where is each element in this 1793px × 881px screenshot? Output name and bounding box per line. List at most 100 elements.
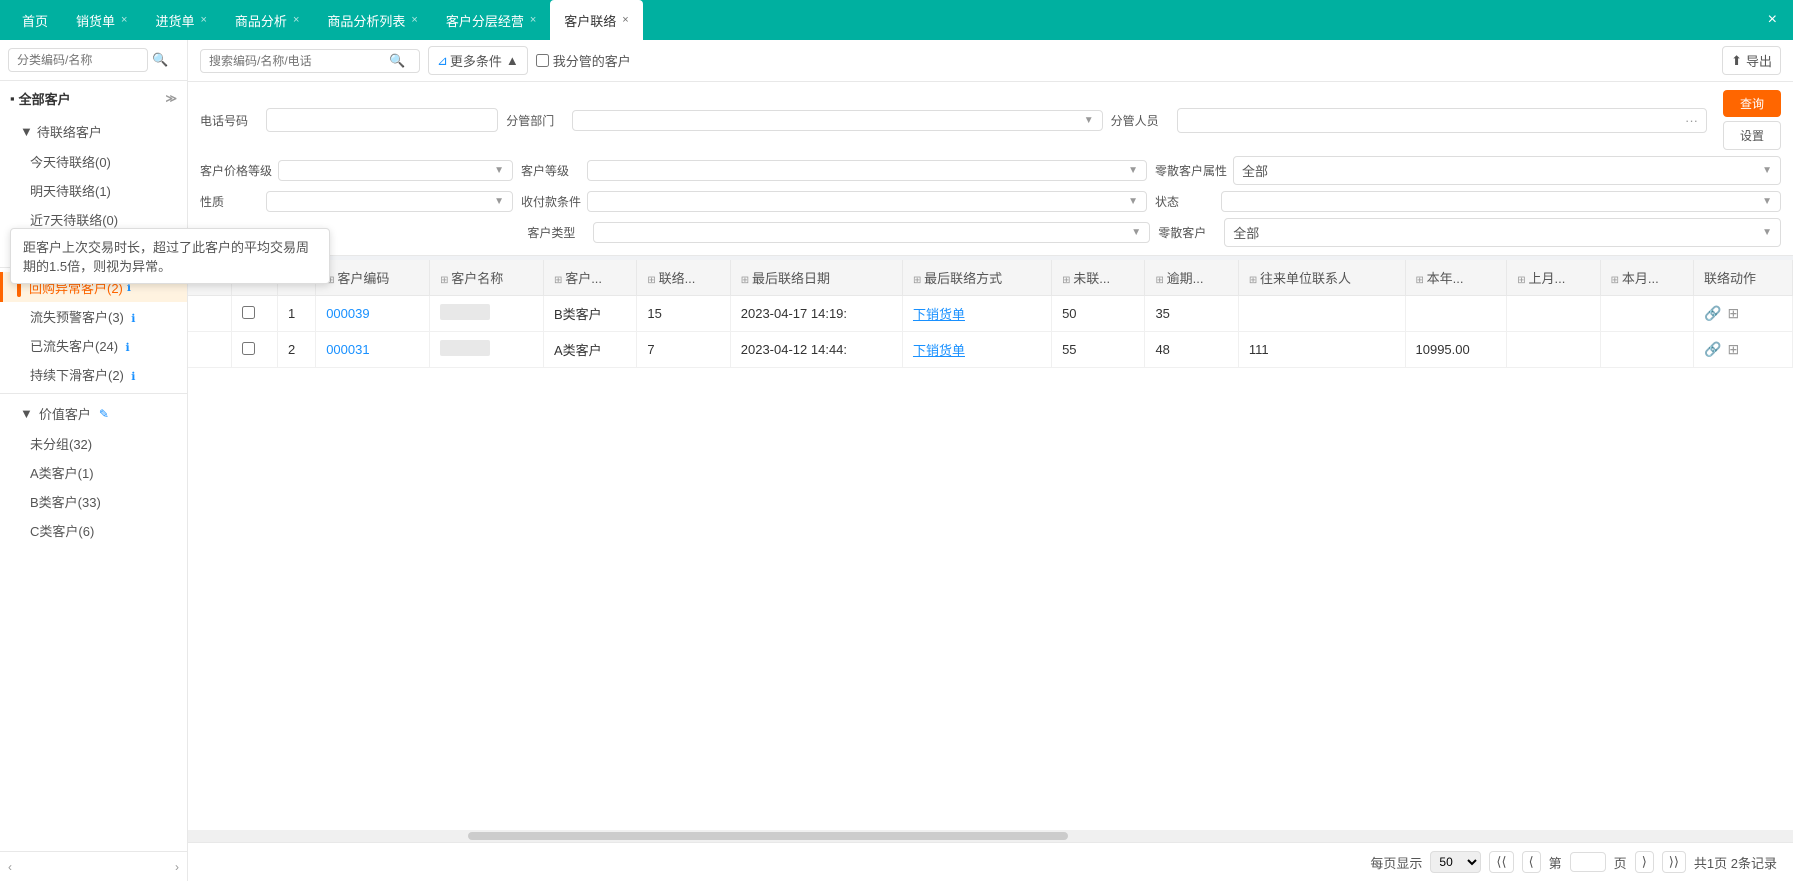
col-last-contact-method[interactable]: 最后联络方式	[902, 260, 1051, 296]
filter-person-select[interactable]: ···	[1177, 108, 1707, 133]
col-this-year[interactable]: 本年...	[1405, 260, 1507, 296]
page-label: 第	[1549, 853, 1562, 872]
nav-sales-close[interactable]: ×	[121, 14, 127, 26]
col-un-contacted[interactable]: 未联...	[1052, 260, 1145, 296]
sidebar-search-input[interactable]	[8, 48, 148, 72]
nav-customer-contact[interactable]: 客户联络 ×	[550, 0, 642, 40]
col-customer-code[interactable]: 客户编码	[316, 260, 430, 296]
nav-home[interactable]: 首页	[8, 0, 62, 40]
declining-info-icon[interactable]: ℹ	[131, 371, 135, 383]
table-body: 1 000039 B类客户 15 2023-04-17 14:19: 下销货单 …	[188, 296, 1793, 368]
current-page-input[interactable]: 1	[1570, 852, 1606, 872]
sidebar-search-icon[interactable]: 🔍	[152, 52, 168, 68]
col-contact[interactable]: 联络...	[637, 260, 730, 296]
row1-more-icon[interactable]: ⊞	[1727, 305, 1739, 322]
page-next-btn[interactable]: ⟩	[1635, 851, 1654, 873]
col-related-person[interactable]: 往来单位联系人	[1238, 260, 1405, 296]
row2-contact-icon[interactable]: 🔗	[1704, 341, 1721, 358]
sidebar-content: ▪ 全部客户 ≫ ▼ 待联络客户 今天待联络(0) 明天待联络(1) 近7天待联…	[0, 81, 187, 851]
sidebar-item-tomorrow-pending[interactable]: 明天待联络(1)	[0, 176, 187, 205]
filter-dept-select[interactable]: ▼	[572, 110, 1102, 131]
row2-overdue: 48	[1145, 332, 1238, 368]
filter-retail-customer-label: 零散客户	[1158, 224, 1218, 241]
sidebar-all-customers[interactable]: ▪ 全部客户 ≫	[0, 81, 187, 116]
sidebar-bottom-right-arrow[interactable]: ›	[175, 860, 179, 874]
filter-retail-attr-select[interactable]: 全部 ▼	[1233, 156, 1781, 185]
filter-nature-select[interactable]: ▼	[266, 191, 513, 212]
sidebar-group-pending[interactable]: ▼ 待联络客户	[0, 116, 187, 147]
tooltip-text: 距客户上次交易时长，超过了此客户的平均交易周期的1.5倍，则视为异常。	[23, 240, 309, 274]
nav-customer-contact-close[interactable]: ×	[622, 14, 628, 26]
row2-code[interactable]: 000031	[316, 332, 430, 368]
sidebar-item-churned[interactable]: 已流失客户(24) ℹ	[0, 331, 187, 360]
filter-phone-input[interactable]	[266, 108, 498, 132]
sidebar-item-today-pending[interactable]: 今天待联络(0)	[0, 147, 187, 176]
search-icon[interactable]: 🔍	[389, 53, 405, 69]
sidebar: 🔍 ▪ 全部客户 ≫ ▼ 待联络客户 今天待联络(0) 明天待联络(1) 近7天…	[0, 40, 188, 881]
churn-warning-info-icon[interactable]: ℹ	[131, 313, 135, 325]
query-button[interactable]: 查询	[1723, 90, 1781, 117]
nav-product-analysis-close[interactable]: ×	[293, 14, 299, 26]
row1-last-method[interactable]: 下销货单	[902, 296, 1051, 332]
col-last-contact-date[interactable]: 最后联络日期	[730, 260, 902, 296]
row1-contact-icon[interactable]: 🔗	[1704, 305, 1721, 322]
filter-customer-grade-select[interactable]: ▼	[587, 160, 1147, 181]
nav-purchase-order[interactable]: 进货单 ×	[141, 0, 220, 40]
main-layout: 🔍 ▪ 全部客户 ≫ ▼ 待联络客户 今天待联络(0) 明天待联络(1) 近7天…	[0, 40, 1793, 881]
page-unit: 页	[1614, 853, 1627, 872]
col-overdue[interactable]: 逾期...	[1145, 260, 1238, 296]
row2-actions: 🔗 ⊞	[1694, 332, 1793, 368]
col-customer-type[interactable]: 客户...	[544, 260, 637, 296]
filter-price-grade-select[interactable]: ▼	[278, 160, 513, 181]
setting-button[interactable]: 设置	[1723, 121, 1781, 150]
col-this-month[interactable]: 本月...	[1600, 260, 1693, 296]
col-customer-name[interactable]: 客户名称	[430, 260, 544, 296]
nav-product-analysis[interactable]: 商品分析 ×	[221, 0, 313, 40]
page-prev-btn[interactable]: ⟨	[1522, 851, 1541, 873]
filter-status-select[interactable]: ▼	[1221, 191, 1781, 212]
nav-purchase-close[interactable]: ×	[200, 14, 206, 26]
pending-group-label: 待联络客户	[37, 122, 102, 141]
per-page-select[interactable]: 50 20 100	[1430, 851, 1481, 873]
row2-related: 111	[1238, 332, 1405, 368]
page-first-btn[interactable]: ⟨⟨	[1489, 851, 1513, 873]
person-more-icon[interactable]: ···	[1685, 113, 1698, 128]
my-customers-checkbox-label[interactable]: 我分管的客户	[536, 51, 631, 70]
more-filter-button[interactable]: ⊿ 更多条件 ▲	[428, 46, 528, 75]
my-customers-checkbox[interactable]	[536, 54, 549, 67]
tooltip-box: 距客户上次交易时长，超过了此客户的平均交易周期的1.5倍，则视为异常。	[10, 228, 330, 284]
filter-customer-type-select[interactable]: ▼	[593, 222, 1150, 243]
sidebar-value-group[interactable]: ▼ 价值客户 ✎	[0, 398, 187, 429]
sidebar-item-c-class[interactable]: C类客户(6)	[0, 516, 187, 545]
nav-sales-label: 销货单	[76, 11, 115, 30]
scrollbar-thumb[interactable]	[468, 832, 1068, 840]
row1-select[interactable]	[242, 306, 255, 319]
row2-select[interactable]	[242, 342, 255, 355]
nav-customer-segment-close[interactable]: ×	[530, 14, 536, 26]
horizontal-scrollbar[interactable]	[188, 830, 1793, 842]
row1-code[interactable]: 000039	[316, 296, 430, 332]
window-close-button[interactable]: ×	[1760, 11, 1785, 29]
sidebar-item-churn-warning[interactable]: 流失预警客户(3) ℹ	[0, 302, 187, 331]
filter-retail-customer-select[interactable]: 全部 ▼	[1224, 218, 1781, 247]
sidebar-item-declining[interactable]: 持续下滑客户(2) ℹ	[0, 360, 187, 389]
col-last-month[interactable]: 上月...	[1507, 260, 1600, 296]
sidebar-item-ungrouped[interactable]: 未分组(32)	[0, 429, 187, 458]
nav-sales-order[interactable]: 销货单 ×	[62, 0, 141, 40]
sidebar-item-b-class[interactable]: B类客户(33)	[0, 487, 187, 516]
row2-more-icon[interactable]: ⊞	[1727, 341, 1739, 358]
sidebar-item-a-class[interactable]: A类客户(1)	[0, 458, 187, 487]
row2-last-method[interactable]: 下销货单	[902, 332, 1051, 368]
export-button[interactable]: ⬆ 导出	[1722, 46, 1781, 75]
sidebar-bottom-left-arrow[interactable]: ‹	[8, 860, 12, 874]
value-group-edit-icon[interactable]: ✎	[99, 407, 109, 421]
filter-row-4: ··· 客户类型 ▼ 零散客户 全部 ▼	[200, 218, 1781, 247]
search-input[interactable]	[209, 54, 389, 68]
page-last-btn[interactable]: ⟩⟩	[1662, 851, 1686, 873]
filter-payment-select[interactable]: ▼	[587, 191, 1147, 212]
nav-product-list-close[interactable]: ×	[411, 14, 417, 26]
nav-product-analysis-list[interactable]: 商品分析列表 ×	[313, 0, 431, 40]
sidebar-collapse-icon[interactable]: ≫	[165, 92, 177, 105]
nav-customer-segment[interactable]: 客户分层经营 ×	[432, 0, 550, 40]
churned-info-icon[interactable]: ℹ	[125, 342, 129, 354]
